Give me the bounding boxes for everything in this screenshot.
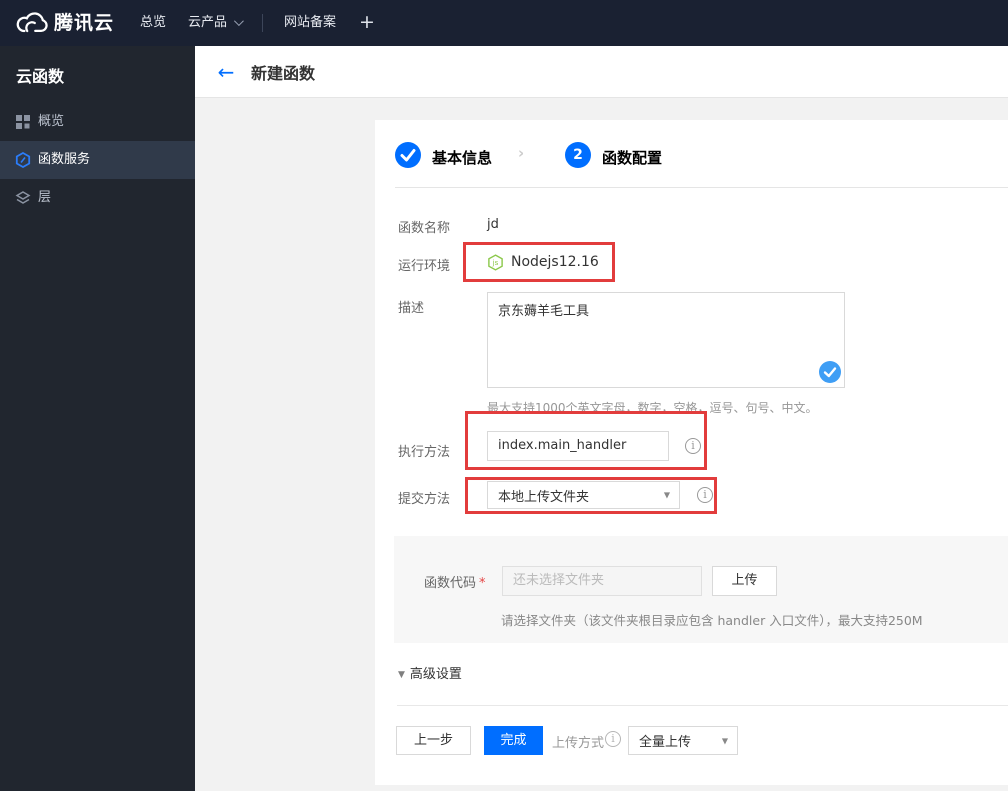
submit-method-info-icon[interactable]: i: [697, 487, 713, 503]
submit-method-value: 本地上传文件夹: [498, 489, 590, 505]
caret-down-icon: ▼: [663, 490, 670, 500]
upload-mode-select[interactable]: 全量上传 ▼: [628, 726, 738, 755]
svg-text:js: js: [492, 258, 499, 267]
function-code-hint: 请选择文件夹（该文件夹根目录应包含 handler 入口文件），最大支持250M: [501, 613, 923, 628]
steps-divider: [395, 187, 1008, 188]
runtime-value: Nodejs12.16: [511, 254, 599, 270]
step2-number-circle: 2: [565, 142, 591, 168]
check-icon: [823, 367, 837, 378]
sidebar-item-layers[interactable]: 层: [0, 179, 195, 217]
function-name-value: jd: [487, 217, 499, 232]
valid-check-bubble: [819, 361, 841, 383]
sidebar-title: 云函数: [16, 67, 65, 86]
advanced-settings-toggle[interactable]: ▼ 高级设置: [398, 663, 462, 682]
sidebar: 云函数 概览 函数服务 层: [0, 46, 195, 791]
folder-path-input[interactable]: 还未选择文件夹: [502, 566, 702, 596]
caret-down-icon: ▼: [398, 670, 405, 680]
submit-method-select[interactable]: 本地上传文件夹 ▼: [487, 481, 680, 509]
upload-button[interactable]: 上传: [712, 566, 777, 596]
submit-method-label: 提交方法: [398, 492, 451, 507]
upload-mode-label: 上传方式: [552, 736, 605, 751]
topnav-divider: [262, 14, 263, 32]
caret-down-icon: ▼: [721, 736, 728, 745]
handler-input[interactable]: index.main_handler: [487, 431, 669, 461]
description-label: 描述: [398, 301, 425, 316]
topnav-website-icp[interactable]: 网站备案: [284, 0, 336, 46]
add-tab-icon[interactable]: +: [359, 0, 375, 46]
step2-label: 函数配置: [602, 149, 663, 167]
description-value: 京东薅羊毛工具: [498, 304, 590, 319]
step-chevron-icon: ›: [518, 144, 525, 162]
check-icon: [400, 149, 416, 162]
sidebar-item-function-service[interactable]: 函数服务: [0, 141, 195, 179]
back-arrow-icon[interactable]: ←: [212, 58, 240, 86]
brand-name: 腾讯云: [54, 12, 115, 34]
finish-button[interactable]: 完成: [484, 726, 543, 755]
topnav-overview[interactable]: 总览: [140, 0, 166, 46]
advanced-settings-label: 高级设置: [409, 667, 462, 682]
step1-label: 基本信息: [432, 149, 493, 167]
description-textarea[interactable]: 京东薅羊毛工具: [487, 292, 845, 388]
function-name-label: 函数名称: [398, 221, 451, 236]
chevron-down-icon: [233, 16, 244, 27]
runtime-label: 运行环境: [398, 259, 451, 274]
runtime-value-row: js Nodejs12.16: [463, 242, 615, 282]
topnav-cloud-products[interactable]: 云产品: [188, 0, 244, 46]
page-title: 新建函数: [251, 64, 316, 83]
top-navigation-bar: 腾讯云 总览 云产品 网站备案 +: [0, 0, 1008, 46]
step1-done-circle: [395, 142, 421, 168]
handler-label: 执行方法: [398, 445, 451, 460]
upload-mode-value: 全量上传: [639, 735, 692, 750]
page-header: ← 新建函数: [195, 46, 1008, 98]
previous-step-button[interactable]: 上一步: [396, 726, 471, 755]
function-code-section: 函数代码 * 还未选择文件夹 上传 请选择文件夹（该文件夹根目录应包含 handl…: [394, 536, 1008, 643]
create-function-card: 基本信息 › 2 函数配置 函数名称 jd 运行环境 js Nodejs12.1…: [375, 120, 1008, 785]
sidebar-item-label: 概览: [38, 114, 65, 129]
function-code-label: 函数代码 *: [424, 576, 486, 591]
description-hint: 最大支持1000个英文字母，数字，空格，逗号、句号、中文。: [487, 401, 818, 415]
required-asterisk: *: [479, 576, 486, 591]
footer-divider: [397, 705, 1008, 706]
sidebar-item-label: 函数服务: [38, 152, 91, 167]
grid-icon: [16, 115, 30, 129]
handler-info-icon[interactable]: i: [685, 438, 701, 454]
sidebar-item-overview[interactable]: 概览: [0, 103, 195, 141]
tencent-cloud-console: 腾讯云 总览 云产品 网站备案 + 云函数 概览 函数服务 层 ← 新建函数 基…: [0, 0, 1008, 791]
tencent-cloud-logo-icon: [16, 12, 48, 33]
upload-mode-info-icon[interactable]: i: [605, 731, 621, 747]
hexagon-icon: [15, 152, 31, 168]
nodejs-icon: js: [488, 253, 503, 271]
sidebar-item-label: 层: [38, 190, 52, 205]
layers-icon: [15, 191, 31, 204]
